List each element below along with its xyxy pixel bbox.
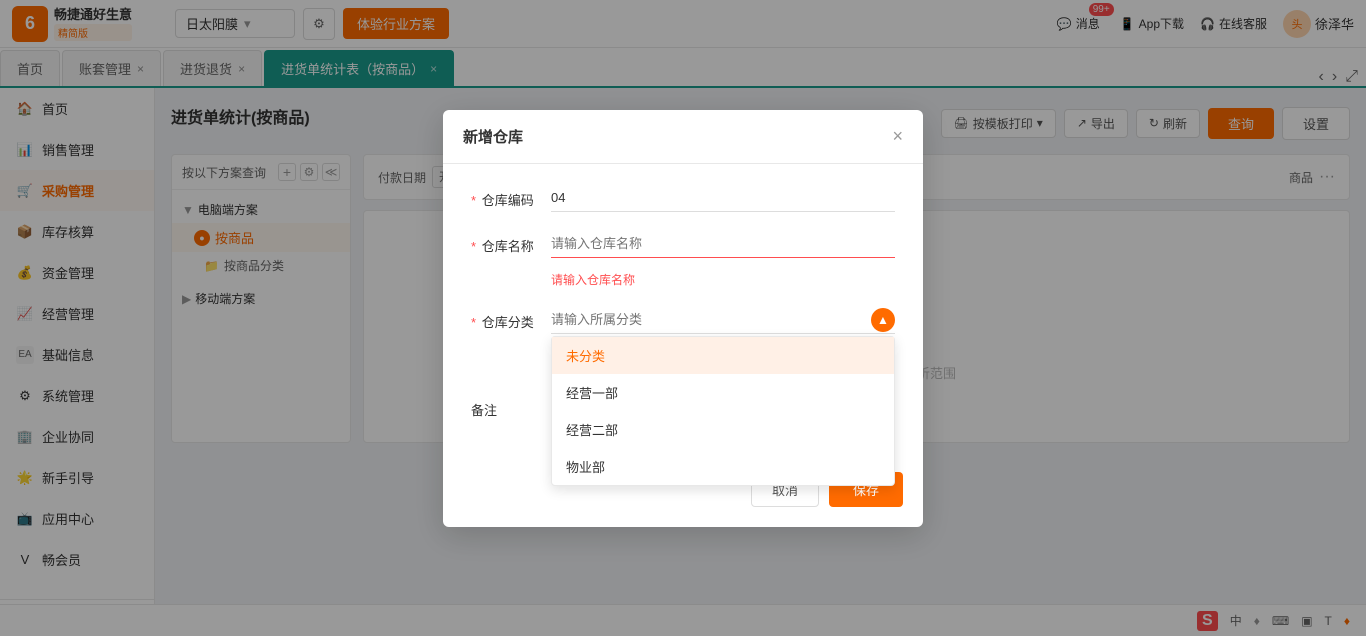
name-error-text: 请输入仓库名称 xyxy=(551,273,635,287)
modal-header: 新增仓库 × xyxy=(443,110,923,164)
name-form-row: * 仓库名称 请输入仓库名称 xyxy=(471,230,895,288)
code-label: * 仓库编码 xyxy=(471,184,541,209)
name-required-star: * xyxy=(471,239,476,254)
dropdown-arrow-button[interactable]: ▲ xyxy=(871,308,895,332)
category-input[interactable] xyxy=(551,306,895,334)
code-input-box xyxy=(551,184,895,212)
category-dropdown-container: ▲ 未分类 经营一部 经营二部 物业部 xyxy=(551,306,895,334)
name-input-box xyxy=(551,230,895,258)
dropdown-item-property[interactable]: 物业部 xyxy=(552,448,894,485)
category-form-row: * 仓库分类 ▲ 未分类 经营一部 经营二部 物业部 xyxy=(471,306,895,334)
code-form-row: * 仓库编码 xyxy=(471,184,895,212)
modal-close-button[interactable]: × xyxy=(892,126,903,147)
name-error-tip: 请输入仓库名称 xyxy=(551,271,635,288)
name-label: * 仓库名称 xyxy=(471,230,541,255)
dropdown-item-dept2[interactable]: 经营二部 xyxy=(552,411,894,448)
category-label: * 仓库分类 xyxy=(471,306,541,331)
modal-title: 新增仓库 xyxy=(463,126,523,147)
modal: 新增仓库 × * 仓库编码 * 仓库名称 xyxy=(443,110,923,527)
remark-label: 备注 xyxy=(471,394,541,419)
modal-body: * 仓库编码 * 仓库名称 xyxy=(443,164,923,460)
dropdown-item-uncategorized[interactable]: 未分类 xyxy=(552,337,894,374)
dropdown-item-dept1[interactable]: 经营一部 xyxy=(552,374,894,411)
code-input[interactable] xyxy=(551,184,895,212)
modal-overlay: 新增仓库 × * 仓库编码 * 仓库名称 xyxy=(0,0,1366,636)
name-input[interactable] xyxy=(551,230,895,258)
category-dropdown-menu: 未分类 经营一部 经营二部 物业部 xyxy=(551,336,895,486)
required-star: * xyxy=(471,193,476,208)
category-required-star: * xyxy=(471,315,476,330)
